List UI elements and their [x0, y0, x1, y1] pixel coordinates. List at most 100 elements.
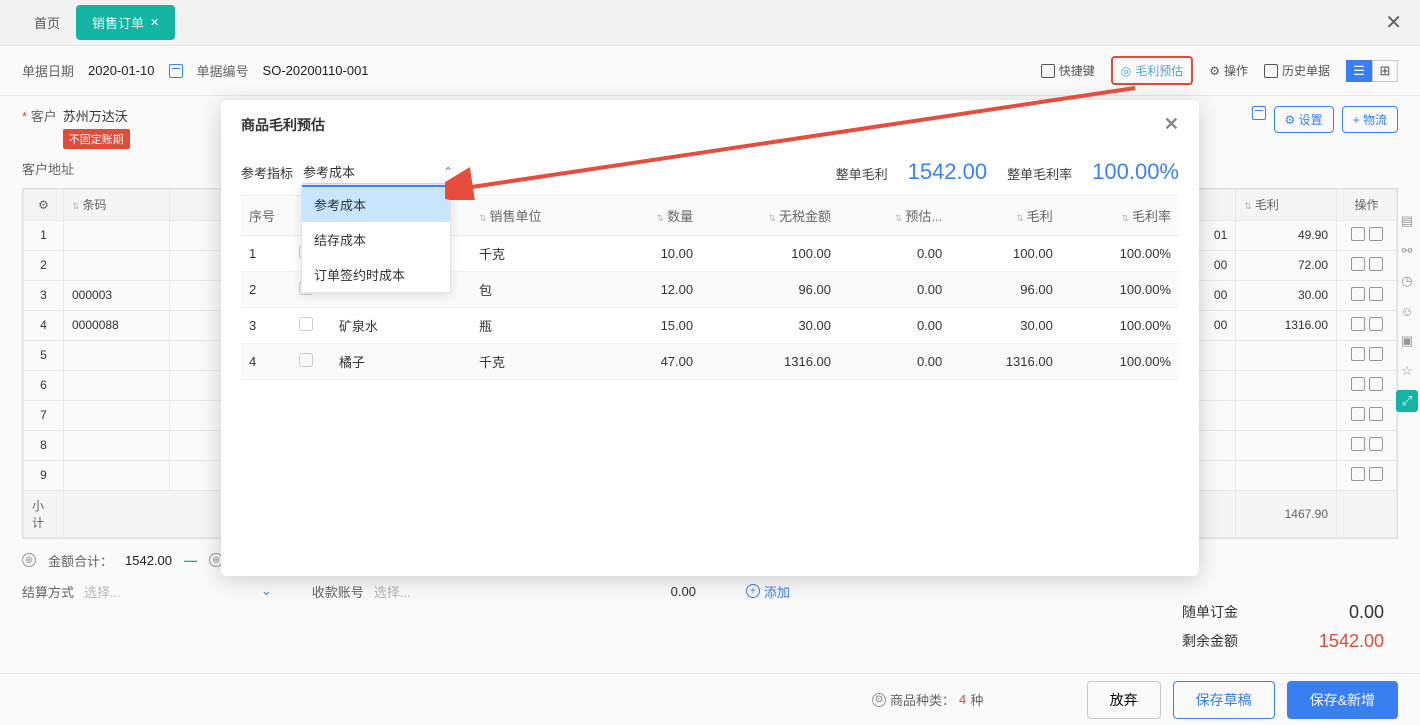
rail-note-icon[interactable]: ▤ [1396, 210, 1418, 232]
action-label: 操作 [1224, 62, 1248, 79]
copy-icon[interactable] [1369, 287, 1383, 301]
stat2-label: 整单毛利率 [1007, 164, 1072, 183]
cell-barcode[interactable] [64, 370, 170, 400]
rail-link-icon[interactable]: ⚯ [1396, 240, 1418, 262]
cell-barcode[interactable] [64, 340, 170, 370]
calendar-icon[interactable] [169, 64, 183, 78]
cell-barcode[interactable] [64, 430, 170, 460]
count-value: 4 [959, 692, 966, 707]
mcell-qty: 15.00 [609, 308, 701, 344]
action-label: 历史单据 [1282, 62, 1330, 79]
date-label: 单据日期 [22, 61, 74, 80]
cell-barcode[interactable] [64, 250, 170, 280]
dropdown-option[interactable]: 结存成本 [302, 222, 450, 257]
checkbox-icon[interactable] [299, 317, 313, 331]
delete-icon[interactable] [1351, 227, 1365, 241]
cell-barcode[interactable] [64, 400, 170, 430]
rail-clock-icon[interactable]: ◷ [1396, 270, 1418, 292]
date-value[interactable]: 2020-01-10 [88, 63, 155, 78]
copy-icon[interactable] [1369, 347, 1383, 361]
table-row[interactable]: 3 矿泉水 瓶 15.00 30.00 0.00 30.00 100.00% [241, 308, 1179, 344]
cell-barcode[interactable] [64, 220, 170, 250]
copy-icon[interactable] [1369, 467, 1383, 481]
action-shortcut[interactable]: 快捷键 [1041, 62, 1095, 79]
copy-icon[interactable] [1369, 317, 1383, 331]
delete-icon[interactable] [1351, 407, 1365, 421]
cell-ops [1337, 310, 1397, 340]
table-row[interactable]: 4 橘子 千克 47.00 1316.00 0.00 1316.00 100.0… [241, 344, 1179, 380]
delete-icon[interactable] [1351, 317, 1365, 331]
settle-method-select[interactable]: 选择... [84, 582, 121, 601]
mcol-rate[interactable]: ⇅毛利率 [1061, 196, 1179, 236]
copy-icon[interactable] [1369, 377, 1383, 391]
add-settle-button[interactable]: + 添加 [746, 582, 790, 601]
copy-icon[interactable] [1369, 257, 1383, 271]
action-gross-estimate[interactable]: ◎ 毛利预估 [1111, 56, 1194, 85]
filter-input[interactable] [303, 160, 453, 184]
col-gear[interactable]: ⚙ [24, 190, 64, 221]
copy-icon[interactable] [1369, 407, 1383, 421]
customer-name[interactable]: 苏州万达沃 [63, 106, 130, 125]
logistics-button[interactable]: + 物流 [1342, 106, 1398, 133]
cell-barcode[interactable] [64, 460, 170, 490]
save-draft-button[interactable]: 保存草稿 [1173, 681, 1275, 719]
checkbox-icon[interactable] [299, 353, 313, 367]
cell-ops [1337, 430, 1397, 460]
action-history[interactable]: 历史单据 [1264, 62, 1330, 79]
copy-icon[interactable] [1369, 227, 1383, 241]
col-gross[interactable]: ⇅毛利 [1236, 190, 1337, 221]
delete-icon[interactable] [1351, 467, 1365, 481]
dropdown-option[interactable]: 参考成本 [302, 185, 450, 222]
save-new-button[interactable]: 保存&新增 [1287, 681, 1398, 719]
settings-button[interactable]: ⚙ 设置 [1274, 106, 1334, 133]
view-grid-icon[interactable]: ⊞ [1372, 60, 1398, 82]
action-label: 快捷键 [1059, 62, 1095, 79]
receive-acct-select[interactable]: 选择... [374, 582, 411, 601]
mcell-rate: 100.00% [1061, 344, 1179, 380]
mcell-chk[interactable] [291, 308, 331, 344]
row-idx: 1 [24, 220, 64, 250]
info-icon[interactable]: ⊕ [22, 553, 36, 567]
copy-icon[interactable] [1369, 437, 1383, 451]
row-idx: 4 [24, 310, 64, 340]
modal-close-icon[interactable]: ✕ [1164, 114, 1179, 135]
tab-close-icon[interactable]: ✕ [150, 16, 159, 29]
delete-icon[interactable] [1351, 287, 1365, 301]
tab-sales-order[interactable]: 销售订单 ✕ [76, 5, 175, 40]
mcol-notax[interactable]: ⇅无税金额 [701, 196, 839, 236]
mcol-qty[interactable]: ⇅数量 [609, 196, 701, 236]
mcol-est[interactable]: ⇅预估... [839, 196, 950, 236]
chevron-up-icon[interactable]: ⌄ [443, 164, 453, 178]
delete-icon[interactable] [1351, 377, 1365, 391]
delete-icon[interactable] [1351, 437, 1365, 451]
docno-label: 单据编号 [197, 61, 249, 80]
dropdown-option[interactable]: 订单签约时成本 [302, 257, 450, 292]
mcol-gross[interactable]: ⇅毛利 [950, 196, 1061, 236]
mcol-unit[interactable]: ⇅销售单位 [471, 196, 609, 236]
mcell-chk[interactable] [291, 344, 331, 380]
filter-select[interactable]: ⌄ 参考成本 结存成本 订单签约时成本 [303, 160, 453, 184]
action-operations[interactable]: ⚙ 操作 [1209, 62, 1248, 79]
rail-user-icon[interactable]: ☺ [1396, 300, 1418, 322]
mcell-rate: 100.00% [1061, 236, 1179, 272]
cell-barcode[interactable]: 0000088 [64, 310, 170, 340]
rail-star-icon[interactable]: ☆ [1396, 360, 1418, 382]
rail-expand-icon[interactable]: ⤢ [1396, 390, 1418, 412]
mcell-est: 0.00 [839, 272, 950, 308]
window-close-icon[interactable]: ✕ [1385, 10, 1402, 35]
add-label: 添加 [764, 582, 790, 601]
tab-home[interactable]: 首页 [18, 5, 76, 40]
total-value: 1542.00 [125, 553, 172, 568]
calendar-icon[interactable] [1252, 106, 1266, 120]
cell-barcode[interactable]: 000003 [64, 280, 170, 310]
rail-cube-icon[interactable]: ▣ [1396, 330, 1418, 352]
discard-button[interactable]: 放弃 [1087, 681, 1161, 719]
view-list-icon[interactable]: ☰ [1346, 60, 1372, 82]
cell-gross [1236, 430, 1337, 460]
mcol-idx[interactable]: 序号 [241, 196, 291, 236]
plus-icon: + [1353, 113, 1360, 127]
col-barcode[interactable]: ⇅条码 [64, 190, 170, 221]
delete-icon[interactable] [1351, 347, 1365, 361]
chevron-down-icon[interactable]: ⌄ [261, 583, 272, 599]
delete-icon[interactable] [1351, 257, 1365, 271]
